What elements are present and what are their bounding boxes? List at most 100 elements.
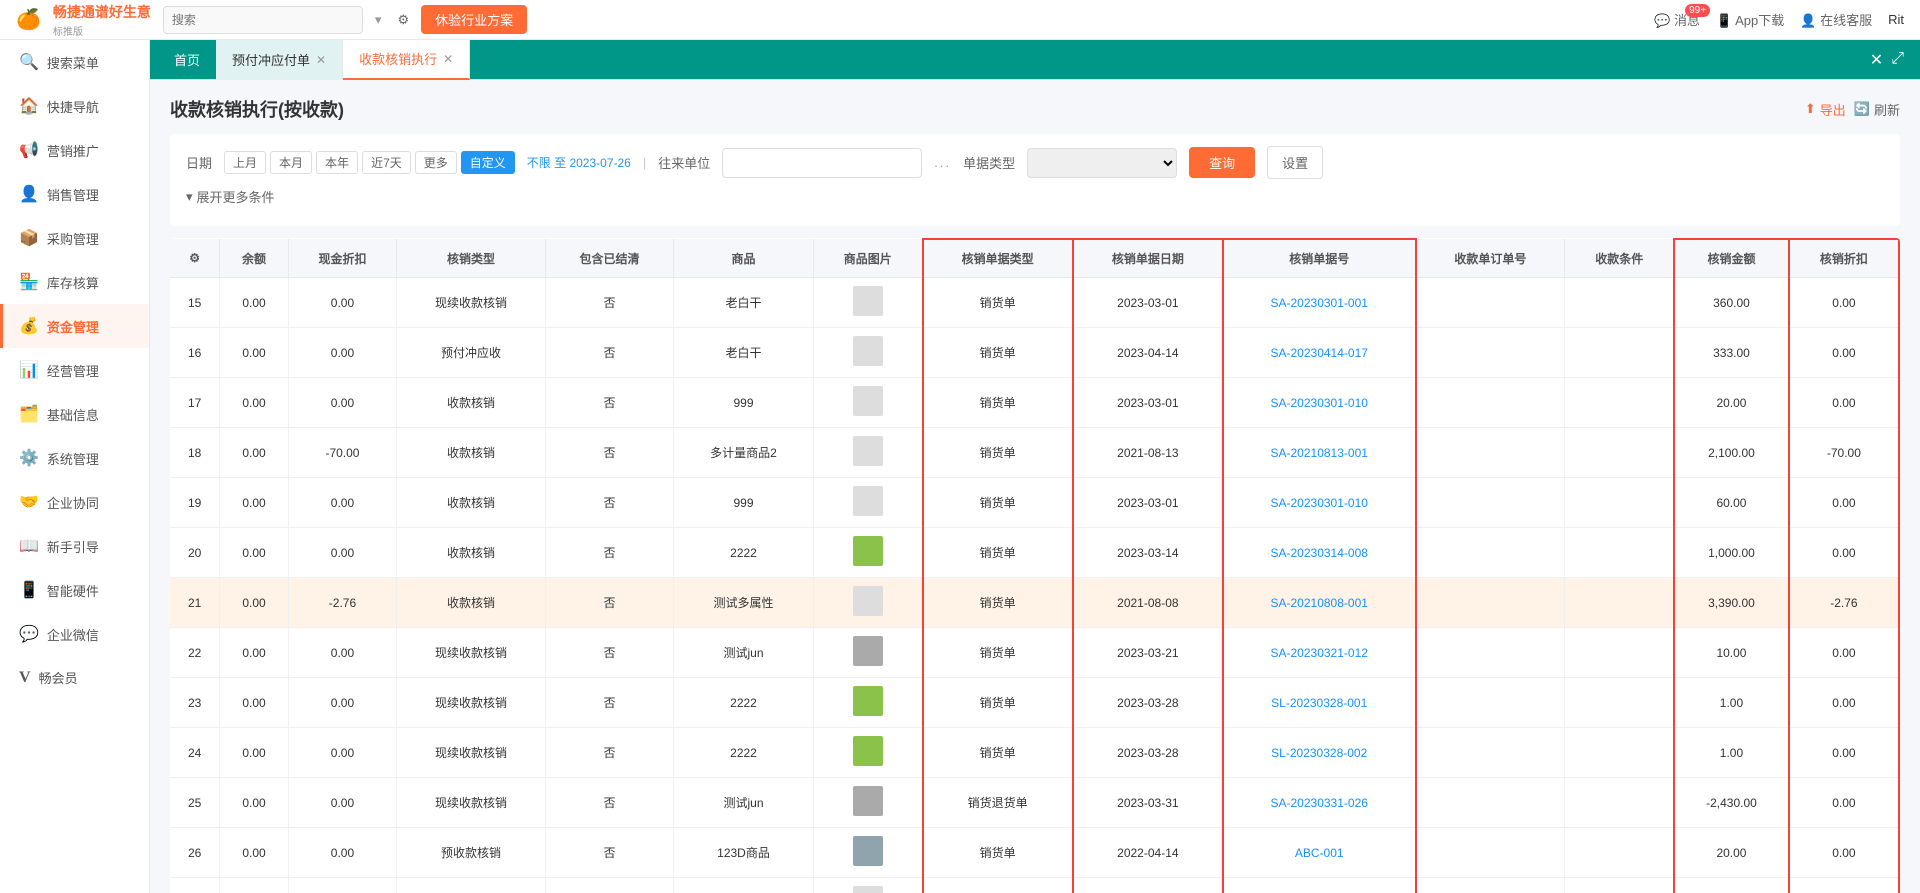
date-btn-this-year[interactable]: 本年	[316, 151, 358, 174]
cell-verify-bill-no[interactable]: ABC-001	[1223, 828, 1416, 878]
refresh-btn[interactable]: 🔄 刷新	[1854, 100, 1900, 119]
date-btn-more[interactable]: 更多	[415, 151, 457, 174]
bill-no-link[interactable]: SA-20230301-010	[1271, 396, 1368, 410]
bill-type-label: 单据类型	[963, 153, 1015, 172]
cell-verify-bill-no[interactable]: SA-20230301-010	[1223, 378, 1416, 428]
cell-row-num: 25	[170, 778, 220, 828]
tab-prepay[interactable]: 预付冲应付单 ✕	[216, 40, 343, 80]
cell-verify-bill-no[interactable]: SL-20230408-001	[1223, 878, 1416, 893]
cell-balance: 0.00	[220, 628, 288, 678]
app-download-btn[interactable]: 📱 App下载	[1716, 10, 1784, 29]
cell-verify-bill-no[interactable]: SA-20230301-010	[1223, 478, 1416, 528]
cell-verify-type: 预付冲应收	[397, 328, 546, 378]
sidebar-item-member[interactable]: V 畅会员	[0, 656, 149, 699]
col-header-settings[interactable]: ⚙	[170, 239, 220, 278]
setting-btn[interactable]: 设置	[1267, 146, 1323, 179]
date-btn-custom[interactable]: 自定义	[461, 151, 515, 174]
bill-no-link[interactable]: SL-20230328-002	[1271, 746, 1367, 760]
cell-verify-bill-no[interactable]: SL-20230328-002	[1223, 728, 1416, 778]
cell-balance: 0.00	[220, 828, 288, 878]
sidebar-item-inventory[interactable]: 🏪 库存核算	[0, 260, 149, 304]
date-btn-this-month[interactable]: 本月	[270, 151, 312, 174]
sidebar-item-quick-nav[interactable]: 🏠 快捷导航	[0, 84, 149, 128]
table-row: 20 0.00 0.00 收款核销 否 2222 销货单 2023-03-14 …	[170, 528, 1899, 578]
cell-verify-type: 现续收款核销	[397, 778, 546, 828]
sidebar-item-basic-info[interactable]: 🗂️ 基础信息	[0, 392, 149, 436]
cell-goods: 测试多属性	[674, 578, 814, 628]
cell-receipt-condition	[1565, 378, 1674, 428]
bill-no-link[interactable]: SL-20230328-001	[1271, 696, 1367, 710]
bill-no-link[interactable]: SA-20210808-001	[1271, 596, 1368, 610]
bill-no-link[interactable]: SA-20210813-001	[1271, 446, 1368, 460]
date-btn-last-month[interactable]: 上月	[224, 151, 266, 174]
cell-verify-bill-no[interactable]: SA-20230331-026	[1223, 778, 1416, 828]
sidebar-item-funds[interactable]: 💰 资金管理	[0, 304, 149, 348]
cell-balance: 0.00	[220, 528, 288, 578]
sidebar-item-marketing[interactable]: 📢 营销推广	[0, 128, 149, 172]
tab-receipt-verify-close[interactable]: ✕	[443, 52, 453, 66]
cell-row-num: 19	[170, 478, 220, 528]
tab-receipt-verify[interactable]: 收款核销执行 ✕	[343, 40, 470, 80]
sidebar-item-business[interactable]: 📊 经营管理	[0, 348, 149, 392]
tab-maximize-btn[interactable]: ⤢	[1891, 50, 1904, 70]
cell-verify-bill-no[interactable]: SA-20230314-008	[1223, 528, 1416, 578]
cell-verify-bill-no[interactable]: SA-20230301-001	[1223, 278, 1416, 328]
sidebar-item-sales[interactable]: 👤 销售管理	[0, 172, 149, 216]
search-dropdown-arrow[interactable]: ▾	[375, 12, 382, 28]
cell-receipt-condition	[1565, 578, 1674, 628]
cell-verify-bill-no[interactable]: SL-20230328-001	[1223, 678, 1416, 728]
sidebar-item-purchase[interactable]: 📦 采购管理	[0, 216, 149, 260]
sidebar-item-hardware[interactable]: 📱 智能硬件	[0, 568, 149, 612]
industry-btn[interactable]: 休验行业方案	[421, 5, 527, 34]
top-search-input[interactable]	[163, 6, 363, 34]
cell-row-num: 23	[170, 678, 220, 728]
bill-type-select[interactable]	[1027, 148, 1177, 178]
expand-more-btn[interactable]: ▾ 展开更多条件	[186, 187, 275, 206]
cell-verify-discount: 0.00	[1789, 628, 1899, 678]
cell-verify-amount: 360.00	[1674, 278, 1789, 328]
export-btn[interactable]: ⬆ 导出	[1805, 100, 1846, 119]
cell-verify-bill-no[interactable]: SA-20230414-017	[1223, 328, 1416, 378]
cell-receipt-condition	[1565, 428, 1674, 478]
cell-receipt-condition	[1565, 828, 1674, 878]
sidebar-item-label: 企业微信	[47, 625, 99, 644]
cell-verify-bill-no[interactable]: SA-20210813-001	[1223, 428, 1416, 478]
message-btn[interactable]: 💬 消息 99+	[1654, 10, 1700, 29]
sidebar-item-guide[interactable]: 📖 新手引导	[0, 524, 149, 568]
cell-row-num: 17	[170, 378, 220, 428]
cell-verify-discount: 0.00	[1789, 878, 1899, 893]
online-service-btn[interactable]: 👤 在线客服	[1800, 10, 1872, 29]
tab-prepay-close[interactable]: ✕	[316, 53, 326, 67]
date-btn-7days[interactable]: 近7天	[362, 151, 411, 174]
bill-no-link[interactable]: SA-20230301-001	[1271, 296, 1368, 310]
sidebar-item-wechat[interactable]: 💬 企业微信	[0, 612, 149, 656]
gear-icon[interactable]: ⚙	[397, 12, 409, 28]
sidebar-item-system[interactable]: ⚙️ 系统管理	[0, 436, 149, 480]
table-row: 23 0.00 0.00 现续收款核销 否 2222 销货单 2023-03-2…	[170, 678, 1899, 728]
cell-verify-type: 收款核销	[397, 428, 546, 478]
cell-verify-discount: -2.76	[1789, 578, 1899, 628]
cell-verify-bill-type: 销货单	[923, 578, 1073, 628]
bill-no-link[interactable]: SA-20230321-012	[1271, 646, 1368, 660]
cell-verify-type: 收款核销	[397, 378, 546, 428]
tab-close-window-btn[interactable]: ✕	[1870, 50, 1883, 70]
bill-no-link[interactable]: SA-20230331-026	[1271, 796, 1368, 810]
partner-input[interactable]	[722, 148, 922, 178]
user-name[interactable]: Rit	[1888, 12, 1904, 27]
cell-receipt-condition	[1565, 728, 1674, 778]
cell-verify-bill-no[interactable]: SA-20210808-001	[1223, 578, 1416, 628]
query-btn[interactable]: 查询	[1189, 147, 1255, 178]
cell-cash-discount: 0.00	[288, 328, 396, 378]
cell-verify-bill-no[interactable]: SA-20230321-012	[1223, 628, 1416, 678]
cell-row-num: 24	[170, 728, 220, 778]
tab-home[interactable]: 首页	[158, 40, 216, 80]
bill-no-link[interactable]: SA-20230301-010	[1271, 496, 1368, 510]
bill-no-link[interactable]: SA-20230414-017	[1271, 346, 1368, 360]
bill-no-link[interactable]: SA-20230314-008	[1271, 546, 1368, 560]
cell-include-settled: 否	[545, 678, 673, 728]
top-bar: 🍊 畅捷通谱好生意 标推版 ▾ ⚙ 休验行业方案 💬 消息 99+ 📱 App下…	[0, 0, 1920, 40]
sidebar-item-search-menu[interactable]: 🔍 搜索菜单	[0, 40, 149, 84]
bill-no-link[interactable]: ABC-001	[1295, 846, 1344, 860]
cell-verify-discount: 0.00	[1789, 678, 1899, 728]
sidebar-item-company[interactable]: 🤝 企业协同	[0, 480, 149, 524]
